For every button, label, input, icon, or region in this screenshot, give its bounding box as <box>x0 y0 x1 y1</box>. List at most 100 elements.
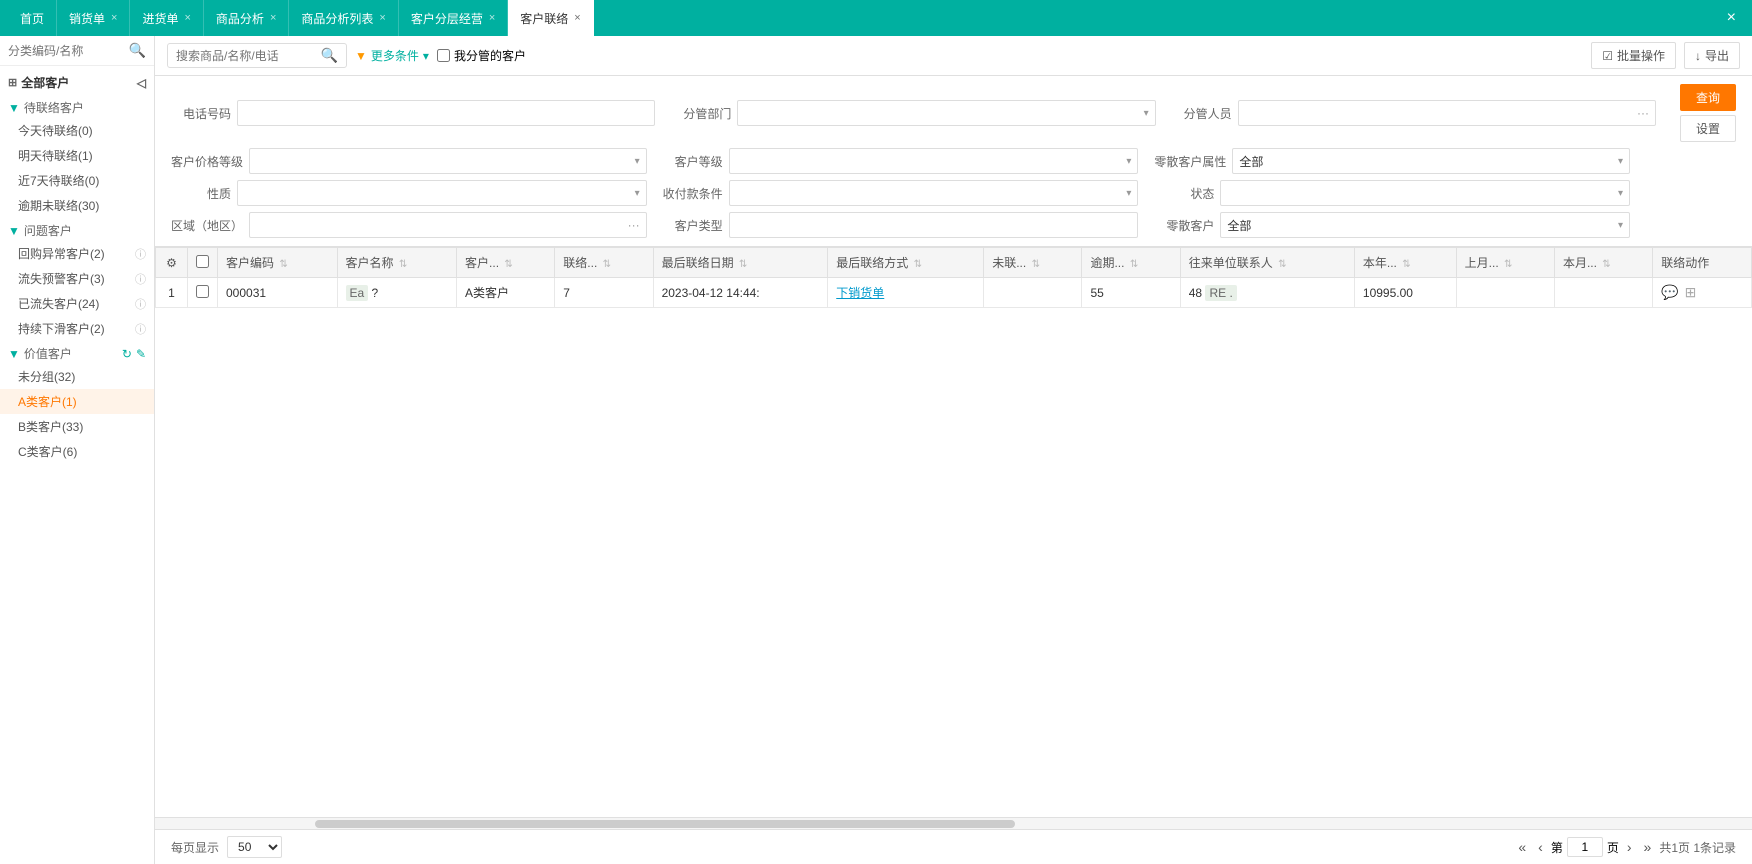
sidebar-item-repurchase-abnormal[interactable]: 回购异常客户(2) ⓘ <box>0 241 154 266</box>
close-salesorder-icon[interactable]: × <box>111 12 117 24</box>
my-customers-checkbox-label[interactable]: 我分管的客户 <box>437 47 526 64</box>
group-problem-customer[interactable]: ▼ 问题客户 <box>0 218 154 241</box>
page-size-select[interactable]: 50 100 200 <box>227 836 282 858</box>
nav-home[interactable]: 首页 <box>8 0 57 36</box>
filter-payment: 收付款条件 ▾ <box>663 180 1155 206</box>
phone-input[interactable] <box>237 100 655 126</box>
payment-select[interactable]: ▾ <box>729 180 1139 206</box>
window-close-button[interactable]: × <box>1719 9 1744 26</box>
col-this-month[interactable]: 本月... ⇅ <box>1554 248 1652 278</box>
prev-page-button[interactable]: ‹ <box>1534 837 1547 857</box>
price-grade-select[interactable]: ▾ <box>249 148 647 174</box>
sort-name-icon: ⇅ <box>399 259 407 270</box>
col-customer-name[interactable]: 客户名称 ⇅ <box>337 248 457 278</box>
edit-icon[interactable]: ✎ <box>136 347 146 361</box>
sidebar-item-declining[interactable]: 持续下滑客户(2) ⓘ <box>0 316 154 341</box>
main-layout: 🔍 ⊞ 全部客户 ◁ ▼ 待联络客户 今天待联络(0) 明天待联络(1) 近7天… <box>0 36 1752 864</box>
retail-customer-label: 零散客户 <box>1154 217 1214 234</box>
last-page-button[interactable]: » <box>1640 837 1656 857</box>
col-customer-cat[interactable]: 客户... ⇅ <box>457 248 555 278</box>
col-customer-code[interactable]: 客户编码 ⇅ <box>218 248 338 278</box>
sidebar-item-b-class[interactable]: B类客户(33) <box>0 414 154 439</box>
col-no-contact[interactable]: 未联... ⇅ <box>984 248 1082 278</box>
sidebar-item-churn-warning[interactable]: 流失预警客户(3) ⓘ <box>0 266 154 291</box>
row-checkbox[interactable] <box>196 285 209 298</box>
batch-op-button[interactable]: ☑ 批量操作 <box>1591 42 1676 69</box>
dept-select[interactable]: ▾ <box>737 100 1155 126</box>
filter-retail-customer: 零散客户 全部 ▾ <box>1154 212 1646 238</box>
sidebar-item-churned[interactable]: 已流失客户(24) ⓘ <box>0 291 154 316</box>
qrcode-icon[interactable]: ⊞ <box>1685 284 1697 301</box>
group-pending-contact[interactable]: ▼ 待联络客户 <box>0 95 154 118</box>
manager-select[interactable]: ··· <box>1238 100 1656 126</box>
col-last-contact-date[interactable]: 最后联络日期 ⇅ <box>653 248 828 278</box>
nav-tab-product-analysis[interactable]: 商品分析 × <box>204 0 289 36</box>
manager-dots[interactable]: ··· <box>1637 106 1649 120</box>
row-last-date: 2023-04-12 14:44: <box>653 278 828 308</box>
sidebar-search-input[interactable] <box>8 44 129 58</box>
query-button[interactable]: 查询 <box>1680 84 1736 111</box>
nav-tab-customer-contact[interactable]: 客户联络 × <box>508 0 593 36</box>
sidebar-item-ungroup[interactable]: 未分组(32) <box>0 364 154 389</box>
region-select[interactable]: ··· <box>249 212 647 238</box>
nature-arrow: ▾ <box>635 188 640 199</box>
next-page-button[interactable]: › <box>1623 837 1636 857</box>
nature-select[interactable]: ▾ <box>237 180 647 206</box>
sidebar: 🔍 ⊞ 全部客户 ◁ ▼ 待联络客户 今天待联络(0) 明天待联络(1) 近7天… <box>0 36 155 864</box>
sidebar-search-icon[interactable]: 🔍 <box>129 42 146 59</box>
filter-bar: 🔍 ▼ 更多条件 ▾ 我分管的客户 ☑ 批量操作 ↓ 导出 <box>155 36 1752 76</box>
close-product-analysis-list-icon[interactable]: × <box>379 12 385 24</box>
sidebar-item-a-class[interactable]: A类客户(1) <box>0 389 154 414</box>
close-product-analysis-icon[interactable]: × <box>270 12 276 24</box>
sidebar-item-overdue-contact[interactable]: 逾期未联络(30) <box>0 193 154 218</box>
sidebar-item-c-class[interactable]: C类客户(6) <box>0 439 154 464</box>
close-customer-segment-icon[interactable]: × <box>489 12 495 24</box>
group-value-customer: ▼ 价值客户 ↻ ✎ <box>0 341 154 364</box>
info-icon-1: ⓘ <box>135 271 146 287</box>
filter-search-box: 🔍 <box>167 43 347 68</box>
select-all-checkbox[interactable] <box>196 255 209 268</box>
col-contact-person[interactable]: 往来单位联系人 ⇅ <box>1180 248 1354 278</box>
filter-search-icon[interactable]: 🔍 <box>321 47 338 64</box>
sidebar-collapse-icon[interactable]: ◁ <box>137 76 146 90</box>
nav-tab-salesorder[interactable]: 销货单 × <box>57 0 130 36</box>
retail-customer-select[interactable]: 全部 ▾ <box>1220 212 1630 238</box>
first-page-button[interactable]: « <box>1514 837 1530 857</box>
sidebar-item-today-contact[interactable]: 今天待联络(0) <box>0 118 154 143</box>
page-number-input[interactable] <box>1567 837 1603 857</box>
col-overdue[interactable]: 逾期... ⇅ <box>1082 248 1180 278</box>
status-select[interactable]: ▾ <box>1220 180 1630 206</box>
arrow-pending-icon: ▼ <box>8 101 20 115</box>
export-button[interactable]: ↓ 导出 <box>1684 42 1740 69</box>
nav-tab-product-analysis-list[interactable]: 商品分析列表 × <box>289 0 398 36</box>
sidebar-item-7day-contact[interactable]: 近7天待联络(0) <box>0 168 154 193</box>
region-dots[interactable]: ··· <box>628 218 640 232</box>
col-last-contact-method[interactable]: 最后联络方式 ⇅ <box>828 248 984 278</box>
col-settings[interactable]: ⚙ <box>156 248 188 278</box>
manager-label: 分管人员 <box>1172 105 1232 122</box>
row-action-cell: 💬 ⊞ <box>1653 278 1752 308</box>
refresh-icon[interactable]: ↻ <box>122 347 132 361</box>
settings-button[interactable]: 设置 <box>1680 115 1736 142</box>
name-suffix: ? <box>372 286 379 300</box>
last-method-link[interactable]: 下销货单 <box>836 286 884 300</box>
close-purchase-icon[interactable]: × <box>184 12 190 24</box>
col-contact-count[interactable]: 联络... ⇅ <box>555 248 653 278</box>
col-this-year[interactable]: 本年... ⇅ <box>1354 248 1456 278</box>
my-customers-checkbox[interactable] <box>437 49 450 62</box>
customer-grade-select[interactable]: ▾ <box>729 148 1139 174</box>
col-last-month[interactable]: 上月... ⇅ <box>1456 248 1554 278</box>
sidebar-item-tomorrow-contact[interactable]: 明天待联络(1) <box>0 143 154 168</box>
close-customer-contact-icon[interactable]: × <box>574 12 580 24</box>
nav-tab-purchase[interactable]: 进货单 × <box>130 0 203 36</box>
overdue-alt-value: 48 <box>1189 286 1202 300</box>
customer-type-input[interactable] <box>729 212 1139 238</box>
message-icon[interactable]: 💬 <box>1661 284 1678 301</box>
nav-tab-customer-segment[interactable]: 客户分层经营 × <box>399 0 508 36</box>
retail-attr-select[interactable]: 全部 ▾ <box>1232 148 1630 174</box>
h-scrollbar-thumb[interactable] <box>315 820 1015 828</box>
customer-type-label: 客户类型 <box>663 217 723 234</box>
sort-person-icon: ⇅ <box>1278 259 1286 270</box>
filter-more-conditions[interactable]: ▼ 更多条件 ▾ <box>355 47 429 64</box>
filter-search-input[interactable] <box>176 49 321 63</box>
